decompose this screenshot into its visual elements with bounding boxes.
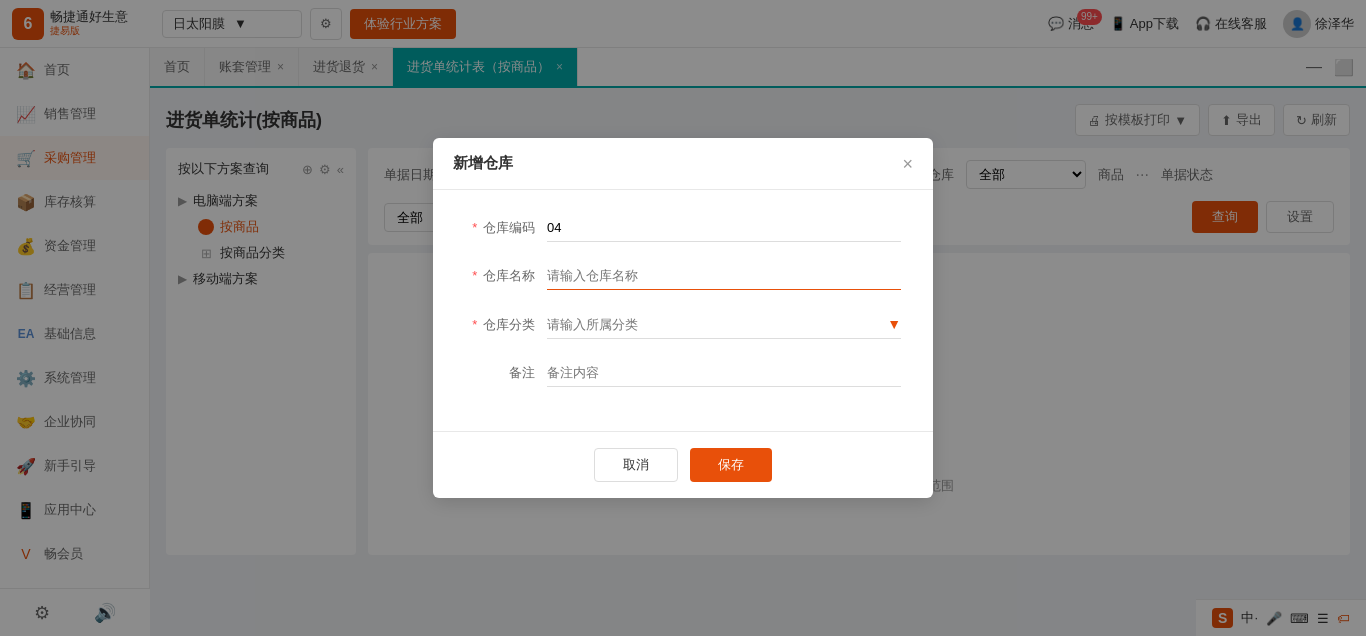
name-label: * 仓库名称 (465, 267, 535, 285)
modal-body: * 仓库编码 * 仓库名称 * 仓库分类 (433, 190, 933, 431)
required-star: * (472, 220, 477, 235)
chevron-down-icon: ▼ (887, 316, 901, 332)
required-star: * (472, 268, 477, 283)
modal-overlay[interactable]: 新增仓库 × * 仓库编码 * 仓库名称 (0, 0, 1366, 636)
cancel-button[interactable]: 取消 (594, 448, 678, 482)
modal-title: 新增仓库 (453, 154, 513, 173)
form-row-category: * 仓库分类 ▼ (465, 310, 901, 339)
modal-footer: 取消 保存 (433, 431, 933, 498)
category-select-wrap[interactable]: ▼ (547, 310, 901, 339)
note-input[interactable] (547, 359, 901, 387)
code-input[interactable] (547, 214, 901, 242)
form-row-code: * 仓库编码 (465, 214, 901, 242)
category-label: * 仓库分类 (465, 316, 535, 334)
code-label: * 仓库编码 (465, 219, 535, 237)
note-label: 备注 (465, 364, 535, 382)
name-input[interactable] (547, 262, 901, 290)
modal-close-button[interactable]: × (902, 155, 913, 173)
new-warehouse-modal: 新增仓库 × * 仓库编码 * 仓库名称 (433, 138, 933, 498)
save-button[interactable]: 保存 (690, 448, 772, 482)
modal-header: 新增仓库 × (433, 138, 933, 190)
form-row-name: * 仓库名称 (465, 262, 901, 290)
required-star: * (472, 317, 477, 332)
category-input[interactable] (547, 317, 887, 332)
form-row-note: 备注 (465, 359, 901, 387)
